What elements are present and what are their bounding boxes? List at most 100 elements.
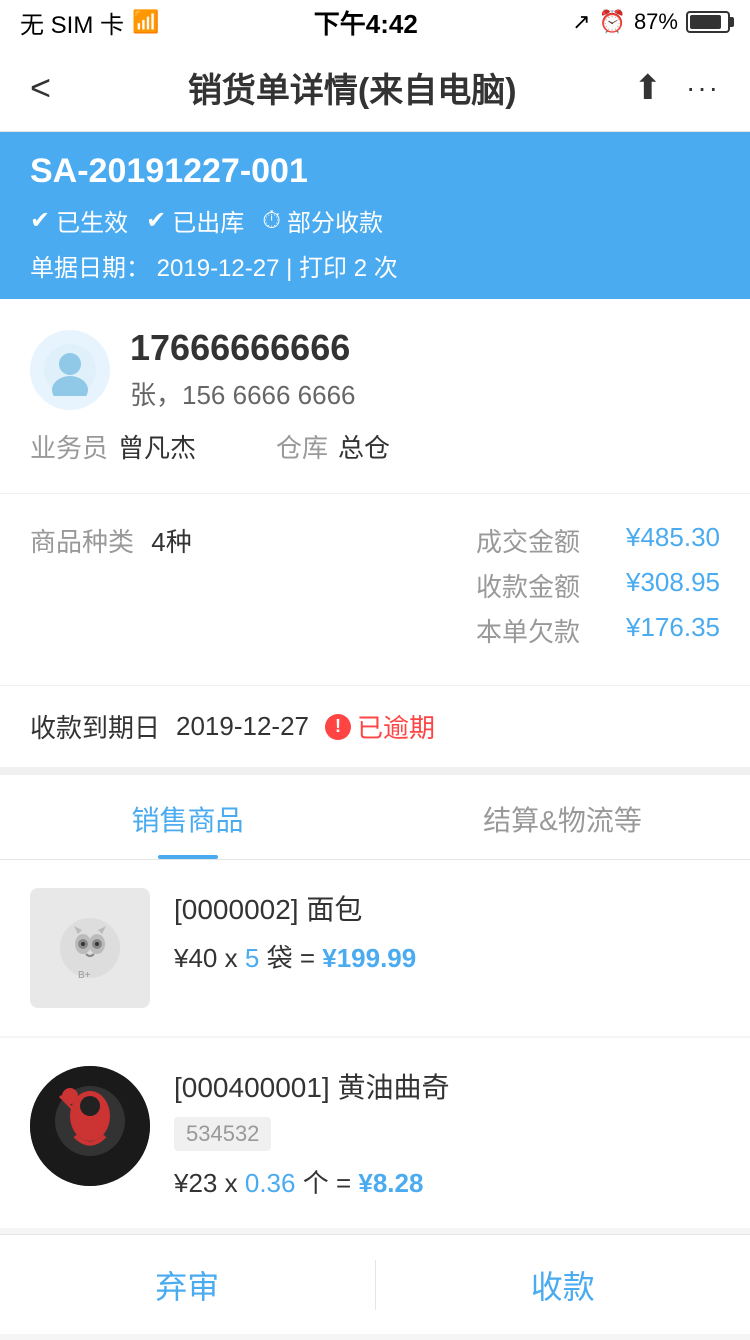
check-icon-1: ✔ [30,206,50,235]
status-partial-payment: ⏱ 部分收款 [262,203,383,238]
date-label: 单据日期： [30,255,150,282]
price-unit-1: 袋 [267,943,293,973]
summary-section: 商品种类 4种 成交金额 ¥485.30 收款金额 ¥308.95 本单欠款 ¥… [0,494,750,686]
tab-sales-products-label: 销售商品 [131,805,243,836]
received-amount-row: 收款金额 ¥308.95 [476,567,720,604]
warehouse-name: 总仓 [338,428,390,465]
owed-amount-label: 本单欠款 [476,612,580,649]
table-row: [000400001] 黄油曲奇 534532 ¥23 x 0.36 个 = ¥… [0,1038,750,1228]
abandon-review-button[interactable]: 弃审 [0,1262,375,1308]
summary-row: 商品种类 4种 成交金额 ¥485.30 收款金额 ¥308.95 本单欠款 ¥… [30,522,720,657]
overdue-label: 已逾期 [357,708,435,745]
location-icon: ↗ [572,9,590,35]
customer-row: 17666666666 张，156 6666 6666 [30,327,720,412]
page-title: 销货单详情(来自电脑) [71,63,633,112]
product-type-count: 4种 [151,527,191,557]
status-active-label: 已生效 [56,203,128,238]
owed-amount-row: 本单欠款 ¥176.35 [476,612,720,649]
price-x-1: x [225,943,245,973]
tab-bar: 销售商品 结算&物流等 [0,775,750,860]
warehouse-meta: 仓库 总仓 [276,428,390,465]
deal-amount-label: 成交金额 [476,522,580,559]
product-type-item: 商品种类 4种 [30,522,192,559]
header-banner: SA-20191227-001 ✔ 已生效 ✔ 已出库 ⏱ 部分收款 单据日期：… [0,132,750,299]
customer-phone: 17666666666 [130,327,356,369]
status-partial-label: 部分收款 [287,203,383,238]
tab-settlement-label: 结算&物流等 [483,805,642,836]
avatar-svg [44,344,96,396]
owed-amount-value: ¥176.35 [600,612,720,649]
product-type-label: 商品种类 [30,527,134,557]
summary-left: 商品种类 4种 [30,522,192,559]
svg-text:B+: B+ [78,970,91,981]
product-price-2: ¥23 x 0.36 个 = ¥8.28 [174,1163,720,1200]
product-code-2: [000400001] [174,1072,330,1103]
price-total-2: ¥8.28 [358,1168,423,1198]
warehouse-label: 仓库 [276,428,328,465]
customer-name-phone: 张，156 6666 6666 [130,375,356,412]
product-thumb-svg-2 [30,1066,150,1186]
overdue-badge: ! 已逾期 [325,708,435,745]
price-eq-2: = [336,1168,358,1198]
sales-name: 曾凡杰 [118,428,196,465]
summary-right: 成交金额 ¥485.30 收款金额 ¥308.95 本单欠款 ¥176.35 [476,522,720,657]
received-amount-value: ¥308.95 [600,567,720,604]
status-left: 无 SIM 卡 📶 [20,5,159,40]
carrier-label: 无 SIM 卡 [20,5,124,40]
price-qty-1: 5 [245,943,259,973]
clock-icon: ⏱ [262,207,281,235]
overdue-icon: ! [325,714,351,740]
product-code-1: [0000002] [174,894,299,925]
sales-meta: 业务员 曾凡杰 [30,428,196,465]
sales-label: 业务员 [30,428,108,465]
tab-settlement[interactable]: 结算&物流等 [375,775,750,859]
price-value-1: ¥40 [174,943,217,973]
due-date-label: 收款到期日 [30,708,160,745]
print-count: 2 [354,255,367,282]
status-shipped: ✔ 已出库 [146,203,244,238]
received-amount-label: 收款金额 [476,567,580,604]
nav-actions: ⬆ ··· [634,68,720,108]
status-row: ✔ 已生效 ✔ 已出库 ⏱ 部分收款 [30,203,720,238]
product-name-2: [000400001] 黄油曲奇 [174,1066,720,1106]
price-qty-2: 0.36 [245,1168,296,1198]
product-name-text-1: 面包 [306,894,362,925]
product-thumb-2 [30,1066,150,1186]
product-thumb-1: B+ [30,888,150,1008]
order-id: SA-20191227-001 [30,152,720,191]
deal-amount-value: ¥485.30 [600,522,720,559]
table-row: B+ [0000002] 面包 ¥40 x 5 袋 = ¥199.99 [0,860,750,1036]
wifi-icon: 📶 [132,9,159,35]
product-sku-2: 534532 [174,1117,271,1151]
customer-info: 17666666666 张，156 6666 6666 [130,327,356,412]
avatar [30,330,110,410]
product-price-1: ¥40 x 5 袋 = ¥199.99 [174,938,720,975]
tab-sales-products[interactable]: 销售商品 [0,775,375,859]
product-name-1: [0000002] 面包 [174,888,720,928]
back-button[interactable]: < [30,67,71,109]
status-right: ↗ ⏰ 87% [572,9,730,35]
more-icon[interactable]: ··· [686,72,720,104]
bottom-bar: 弃审 收款 [0,1234,750,1334]
customer-card: 17666666666 张，156 6666 6666 业务员 曾凡杰 仓库 总… [0,299,750,494]
product-name-text-2: 黄油曲奇 [338,1072,450,1103]
print-label: | 打印 [286,255,347,282]
price-value-2: ¥23 [174,1168,217,1198]
alarm-icon: ⏰ [599,9,626,35]
order-date: 2019-12-27 [157,255,280,282]
battery-icon [686,11,730,33]
status-shipped-label: 已出库 [172,203,244,238]
nav-bar: < 销货单详情(来自电脑) ⬆ ··· [0,44,750,132]
status-time: 下午4:42 [314,4,418,41]
status-active: ✔ 已生效 [30,203,128,238]
share-icon[interactable]: ⬆ [634,68,663,108]
owl-svg: B+ [50,908,130,988]
price-x-2: x [225,1168,245,1198]
price-unit-2: 个 [303,1168,329,1198]
banner-date: 单据日期： 2019-12-27 | 打印 2 次 [30,248,720,283]
product-info-2: [000400001] 黄油曲奇 534532 ¥23 x 0.36 个 = ¥… [174,1066,720,1200]
print-unit: 次 [374,255,398,282]
collect-payment-button[interactable]: 收款 [376,1262,750,1308]
product-info-1: [0000002] 面包 ¥40 x 5 袋 = ¥199.99 [174,888,720,975]
deal-amount-row: 成交金额 ¥485.30 [476,522,720,559]
